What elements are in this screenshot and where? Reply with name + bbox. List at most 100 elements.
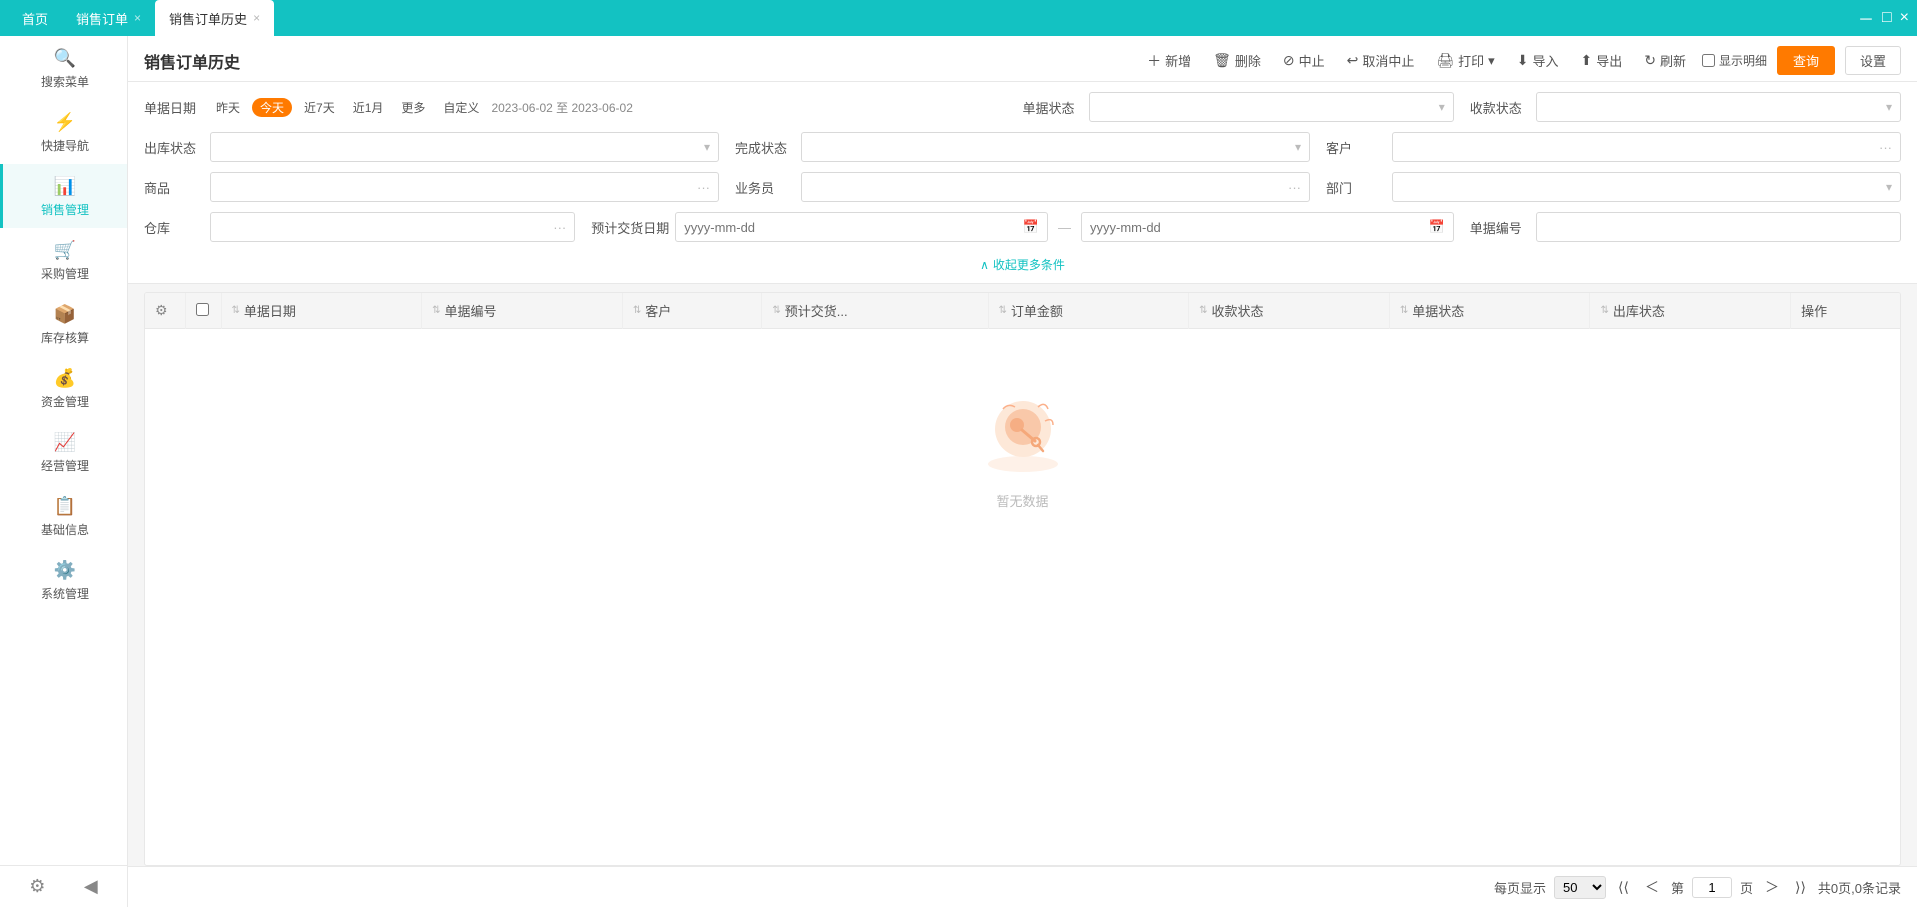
prev-page-btn[interactable]: ＜ (1641, 875, 1663, 899)
add-icon: ＋ (1147, 51, 1161, 71)
salesman-control[interactable]: ··· (801, 172, 1310, 202)
filter-complete-status: 完成状态 ▾ (735, 132, 1310, 162)
sidebar-item-inventory-check[interactable]: 📦 库存核算 (0, 292, 127, 356)
sidebar-item-capital-mgmt[interactable]: 💰 资金管理 (0, 356, 127, 420)
refresh-button[interactable]: ↻ 刷新 (1638, 48, 1692, 73)
filter-row-4: 仓库 ··· 预计交货日期 📅 — 📅 (144, 212, 1901, 242)
th-bill-number-sort-icon[interactable]: ⇅ (432, 305, 440, 316)
date-tag-yesterday[interactable]: 昨天 (210, 98, 246, 117)
date-tag-7days[interactable]: 近7天 (298, 98, 341, 117)
collapse-row[interactable]: ∧ 收起更多条件 (144, 252, 1901, 273)
th-delivery-date: ⇅ 预计交货... (762, 293, 988, 329)
export-button[interactable]: ⬆ 导出 (1574, 48, 1628, 73)
th-delivery-sort-icon[interactable]: ⇅ (772, 305, 780, 316)
sidebar-item-label: 库存核算 (41, 329, 89, 346)
print-button[interactable]: 🖨 打印 ▾ (1430, 48, 1500, 73)
th-payment-sort-icon[interactable]: ⇅ (1199, 305, 1207, 316)
minimize-btn[interactable]: － (1858, 6, 1874, 30)
bill-status-input[interactable] (1098, 100, 1435, 115)
date-tag-today[interactable]: 今天 (252, 98, 292, 117)
next-page-btn[interactable]: ＞ (1761, 875, 1783, 899)
calendar-end-icon[interactable]: 📅 (1429, 219, 1445, 235)
goods-label: 商品 (144, 178, 204, 197)
per-page-select[interactable]: 50 10 20 100 (1554, 876, 1606, 899)
delivery-date-end-control[interactable]: 📅 (1081, 212, 1454, 242)
last-page-btn[interactable]: ⟩⟩ (1791, 877, 1810, 898)
purchase-mgmt-icon: 🛒 (54, 240, 76, 261)
sidebar-settings-icon[interactable]: ⚙ (29, 876, 45, 897)
close-tab-sales-order[interactable]: × (134, 11, 141, 25)
cancel-stop-button[interactable]: ↩ 取消中止 (1341, 48, 1421, 73)
delivery-date-start-input[interactable] (684, 220, 1019, 235)
display-toggle-checkbox[interactable] (1702, 54, 1715, 67)
bill-status-dropdown[interactable]: ▾ (1089, 92, 1454, 122)
select-all-checkbox[interactable] (196, 303, 209, 316)
customer-label: 客户 (1326, 138, 1386, 157)
tab-sales-order[interactable]: 销售订单 × (62, 0, 155, 36)
payment-status-input[interactable] (1545, 100, 1882, 115)
display-toggle[interactable]: 显示明细 (1702, 52, 1767, 69)
stop-button[interactable]: ⊘ 中止 (1277, 48, 1331, 73)
goods-input[interactable] (219, 180, 693, 195)
outstock-status-dropdown[interactable]: ▾ (210, 132, 719, 162)
outstock-status-input[interactable] (219, 140, 700, 155)
import-button[interactable]: ⬇ 导入 (1511, 48, 1565, 73)
th-customer-sort-icon[interactable]: ⇅ (633, 305, 641, 316)
date-tag-custom[interactable]: 自定义 (437, 98, 485, 117)
delete-button[interactable]: 🗑 删除 (1207, 48, 1267, 73)
set-button[interactable]: 设置 (1845, 46, 1901, 75)
date-tag-1month[interactable]: 近1月 (347, 98, 390, 117)
maximize-btn[interactable]: □ (1882, 9, 1892, 27)
bill-number-input[interactable] (1545, 220, 1892, 235)
add-button[interactable]: ＋ 新增 (1141, 48, 1197, 74)
filter-row-2: 出库状态 ▾ 完成状态 ▾ 客户 (144, 132, 1901, 162)
warehouse-control[interactable]: ··· (210, 212, 575, 242)
first-page-btn[interactable]: ⟨⟨ (1614, 877, 1633, 898)
filter-payment-status: 收款状态 ▾ (1470, 92, 1901, 122)
th-bill-status: ⇅ 单据状态 (1389, 293, 1590, 329)
sidebar-item-sales-mgmt[interactable]: 📊 销售管理 (0, 164, 127, 228)
table-settings-btn[interactable]: ⚙ (155, 302, 168, 318)
tab-home[interactable]: 销售订单历史 首页 (8, 0, 62, 36)
sidebar-item-search-menu[interactable]: 🔍 搜索菜单 (0, 36, 127, 100)
th-bill-date: ⇅ 单据日期 (221, 293, 422, 329)
close-tab-sales-order-history[interactable]: × (253, 11, 260, 25)
complete-status-dropdown[interactable]: ▾ (801, 132, 1310, 162)
th-outstock-sort-icon[interactable]: ⇅ (1600, 305, 1608, 316)
sidebar-item-basic-info[interactable]: 📋 基础信息 (0, 484, 127, 548)
calendar-start-icon[interactable]: 📅 (1023, 219, 1039, 235)
sidebar-item-operation-mgmt[interactable]: 📈 经营管理 (0, 420, 127, 484)
delivery-date-start-control[interactable]: 📅 (675, 212, 1048, 242)
customer-control[interactable]: ··· (1392, 132, 1901, 162)
th-bill-date-sort-icon[interactable]: ⇅ (232, 305, 240, 316)
page-label-post: 页 (1740, 878, 1753, 897)
sidebar-item-quick-nav[interactable]: ⚡ 快捷导航 (0, 100, 127, 164)
bill-number-control[interactable] (1536, 212, 1901, 242)
th-amount-sort-icon[interactable]: ⇅ (999, 305, 1007, 316)
complete-status-input[interactable] (810, 140, 1291, 155)
warehouse-ellipsis: ··· (553, 220, 566, 235)
content-area: 销售订单历史 ＋ 新增 🗑 删除 ⊘ 中止 ↩ 取消中止 (128, 36, 1917, 907)
customer-ellipsis: ··· (1879, 140, 1892, 155)
goods-ellipsis: ··· (697, 180, 710, 195)
department-input[interactable] (1401, 180, 1882, 195)
close-btn[interactable]: × (1900, 9, 1909, 27)
customer-input[interactable] (1401, 140, 1875, 155)
sidebar-item-system-mgmt[interactable]: ⚙️ 系统管理 (0, 548, 127, 612)
sidebar-collapse-icon[interactable]: ◀ (84, 876, 98, 897)
query-button[interactable]: 查询 (1777, 46, 1835, 75)
current-page-input[interactable] (1692, 877, 1732, 898)
th-bill-status-sort-icon[interactable]: ⇅ (1400, 305, 1408, 316)
delivery-date-end-input[interactable] (1090, 220, 1425, 235)
payment-status-dropdown[interactable]: ▾ (1536, 92, 1901, 122)
warehouse-input[interactable] (219, 220, 549, 235)
goods-control[interactable]: ··· (210, 172, 719, 202)
salesman-input[interactable] (810, 180, 1284, 195)
date-tag-more[interactable]: 更多 (395, 98, 431, 117)
sidebar-item-purchase-mgmt[interactable]: 🛒 采购管理 (0, 228, 127, 292)
filter-row-3: 商品 ··· 业务员 ··· 部门 (144, 172, 1901, 202)
th-bill-number: ⇅ 单据编号 (422, 293, 623, 329)
department-dropdown[interactable]: ▾ (1392, 172, 1901, 202)
tab-sales-order-history[interactable]: 销售订单历史 × (155, 0, 274, 36)
filter-delivery-date: 预计交货日期 📅 — 📅 (591, 212, 1454, 242)
